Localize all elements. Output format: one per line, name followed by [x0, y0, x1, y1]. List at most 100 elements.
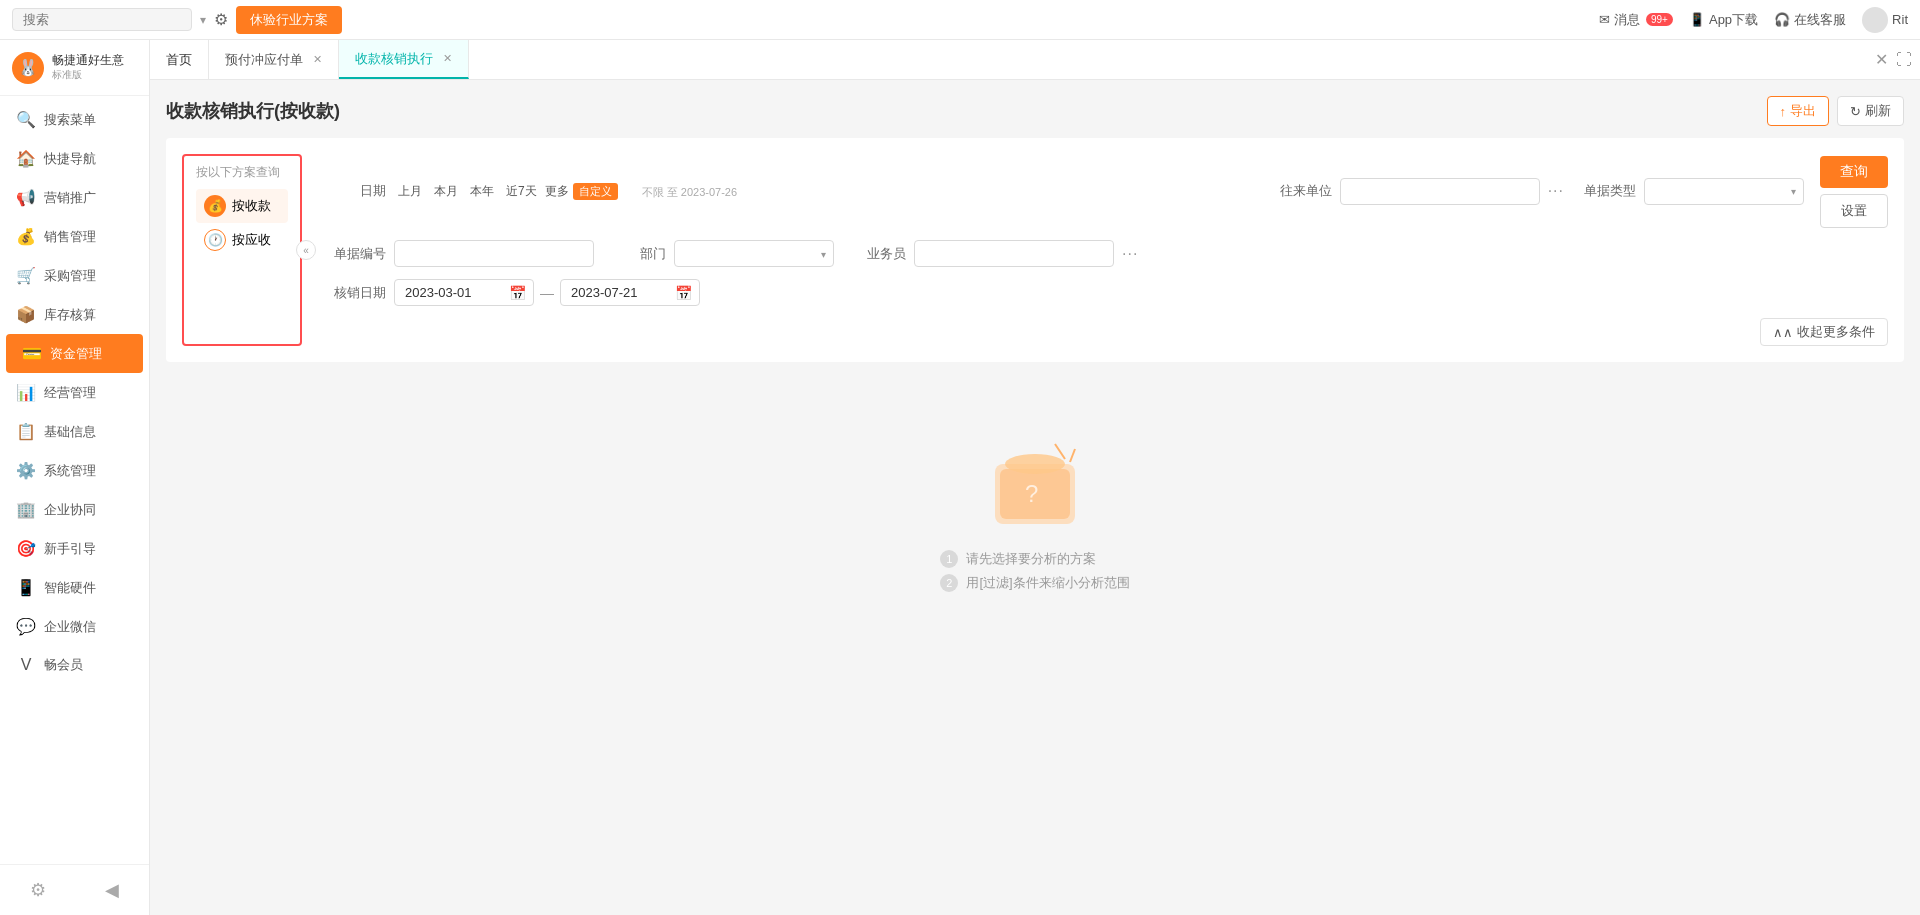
writeoff-date-label: 核销日期: [330, 284, 386, 302]
customer-service-button[interactable]: 🎧 在线客服: [1774, 11, 1846, 29]
filter-scheme-panel: 按以下方案查询 💰 按收款 🕐 按应收 «: [182, 154, 302, 346]
home-icon: 🏠: [16, 149, 36, 168]
app-download-button[interactable]: 📱 App下载: [1689, 11, 1758, 29]
sidebar-item-guide[interactable]: 🎯 新手引导: [0, 529, 149, 568]
collapse-more-button[interactable]: ∧∧ 收起更多条件: [1760, 318, 1888, 346]
calendar-end-icon[interactable]: 📅: [675, 285, 692, 301]
date-hint: 不限 至 2023-07-26: [642, 183, 737, 200]
filter-collapse-row: ∧∧ 收起更多条件: [330, 318, 1888, 346]
date-this-year[interactable]: 本年: [466, 181, 498, 202]
refresh-button[interactable]: ↻ 刷新: [1837, 96, 1904, 126]
wechat-icon: 💬: [16, 617, 36, 636]
sidebar-item-label: 采购管理: [44, 267, 96, 285]
tab-close-writeoff[interactable]: ✕: [443, 52, 452, 65]
date-7days[interactable]: 近7天: [502, 181, 541, 202]
sidebar-item-search[interactable]: 🔍 搜索菜单: [0, 100, 149, 139]
doc-no-input[interactable]: [394, 240, 594, 267]
sidebar-item-enterprise[interactable]: 🏢 企业协同: [0, 490, 149, 529]
salesman-input[interactable]: [914, 240, 1114, 267]
writeoff-date-field: 核销日期 📅 — 📅: [330, 279, 700, 306]
chevron-down-icon[interactable]: ▾: [200, 13, 206, 27]
counterparty-more-btn[interactable]: ···: [1548, 182, 1564, 200]
message-icon: ✉: [1599, 12, 1610, 27]
tab-writeoff[interactable]: 收款核销执行 ✕: [339, 40, 469, 79]
settings-button[interactable]: 设置: [1820, 194, 1888, 228]
counterparty-input[interactable]: [1340, 178, 1540, 205]
empty-svg: ?: [975, 434, 1095, 534]
doc-type-label: 单据类型: [1580, 182, 1636, 200]
sidebar-item-purchase[interactable]: 🛒 采购管理: [0, 256, 149, 295]
sidebar-item-inventory[interactable]: 📦 库存核算: [0, 295, 149, 334]
svg-point-2: [1005, 454, 1065, 474]
filter-row-3: 核销日期 📅 — 📅: [330, 279, 1888, 306]
tab-close-prepay[interactable]: ✕: [313, 53, 322, 66]
filter-panel: 按以下方案查询 💰 按收款 🕐 按应收 «: [166, 138, 1904, 362]
hint-text-2: 用[过滤]条件来缩小分析范围: [966, 574, 1129, 592]
user-menu[interactable]: Rit: [1862, 7, 1908, 33]
sidebar-item-hardware[interactable]: 📱 智能硬件: [0, 568, 149, 607]
hardware-icon: 📱: [16, 578, 36, 597]
hint-text-1: 请先选择要分析的方案: [966, 550, 1096, 568]
sidebar-item-system[interactable]: ⚙️ 系统管理: [0, 451, 149, 490]
calendar-start-icon[interactable]: 📅: [509, 285, 526, 301]
sidebar-item-sales[interactable]: 💰 销售管理: [0, 217, 149, 256]
sidebar-item-finance[interactable]: 💳 资金管理: [6, 334, 143, 373]
purchase-icon: 🛒: [16, 266, 36, 285]
hint-num-1: 1: [940, 550, 958, 568]
top-bar: ▾ ⚙ 休验行业方案 ✉ 消息 99+ 📱 App下载 🎧 在线客服 Rit: [0, 0, 1920, 40]
sidebar-item-label: 企业协同: [44, 501, 96, 519]
doc-type-select-wrap: ▾: [1644, 178, 1804, 205]
empty-hint-1: 1 请先选择要分析的方案: [940, 550, 1129, 568]
sidebar-item-wechat[interactable]: 💬 企业微信: [0, 607, 149, 646]
date-more[interactable]: 更多: [545, 183, 569, 200]
filter-option-by-receivable[interactable]: 🕐 按应收: [196, 223, 288, 257]
sidebar-item-label: 畅会员: [44, 656, 83, 674]
tab-home[interactable]: 首页: [150, 40, 209, 79]
service-icon: 🎧: [1774, 12, 1790, 27]
receipt-icon: 💰: [204, 195, 226, 217]
svg-line-5: [1070, 449, 1075, 462]
date-custom-badge[interactable]: 自定义: [573, 183, 618, 200]
filter-option-by-receipt[interactable]: 💰 按收款: [196, 189, 288, 223]
member-icon: V: [16, 656, 36, 674]
date-last-month[interactable]: 上月: [394, 181, 426, 202]
sidebar-collapse-icon[interactable]: ◀: [99, 873, 125, 907]
date-label: 日期: [330, 182, 386, 200]
date-this-month[interactable]: 本月: [430, 181, 462, 202]
hint-num-2: 2: [940, 574, 958, 592]
sidebar-menu: 🔍 搜索菜单 🏠 快捷导航 📢 营销推广 💰 销售管理 🛒 采购管理 📦: [0, 96, 149, 864]
sidebar-item-label: 快捷导航: [44, 150, 96, 168]
tab-expand-icon[interactable]: ⛶: [1896, 51, 1912, 69]
enterprise-icon: 🏢: [16, 500, 36, 519]
sidebar-item-operation[interactable]: 📊 经营管理: [0, 373, 149, 412]
doc-type-select[interactable]: [1644, 178, 1804, 205]
filter-collapse-button[interactable]: «: [296, 240, 316, 260]
search-input[interactable]: [12, 8, 192, 31]
sidebar-item-label: 企业微信: [44, 618, 96, 636]
salesman-field: 业务员 ···: [850, 240, 1138, 267]
date-field: 日期 上月 本月 本年 近7天 更多 自定义: [330, 181, 618, 202]
sidebar-item-member[interactable]: V 畅会员: [0, 646, 149, 684]
industry-button[interactable]: 休验行业方案: [236, 6, 342, 34]
sidebar-item-shortcut[interactable]: 🏠 快捷导航: [0, 139, 149, 178]
main-layout: 🐰 畅捷通好生意 标准版 🔍 搜索菜单 🏠 快捷导航 📢 营销推广 💰 销售管理: [0, 40, 1920, 915]
sales-icon: 💰: [16, 227, 36, 246]
query-button[interactable]: 查询: [1820, 156, 1888, 188]
logo-badge: 标准版: [52, 68, 124, 82]
dept-select[interactable]: [674, 240, 834, 267]
message-button[interactable]: ✉ 消息 99+: [1599, 11, 1673, 29]
tab-prepay[interactable]: 预付冲应付单 ✕: [209, 40, 339, 79]
settings-icon[interactable]: ⚙: [214, 10, 228, 29]
salesman-more-btn[interactable]: ···: [1122, 245, 1138, 263]
export-button[interactable]: ↑ 导出: [1767, 96, 1830, 126]
tab-close-all-icon[interactable]: ✕: [1875, 50, 1888, 69]
dept-field: 部门 ▾: [610, 240, 834, 267]
tab-label: 预付冲应付单: [225, 51, 303, 69]
sidebar-settings-icon[interactable]: ⚙: [24, 873, 52, 907]
search-menu-icon: 🔍: [16, 110, 36, 129]
date-hint-text: 不限 至 2023-07-26: [642, 186, 737, 198]
sidebar-item-basic[interactable]: 📋 基础信息: [0, 412, 149, 451]
inventory-icon: 📦: [16, 305, 36, 324]
sidebar-item-marketing[interactable]: 📢 营销推广: [0, 178, 149, 217]
tab-label: 首页: [166, 51, 192, 69]
